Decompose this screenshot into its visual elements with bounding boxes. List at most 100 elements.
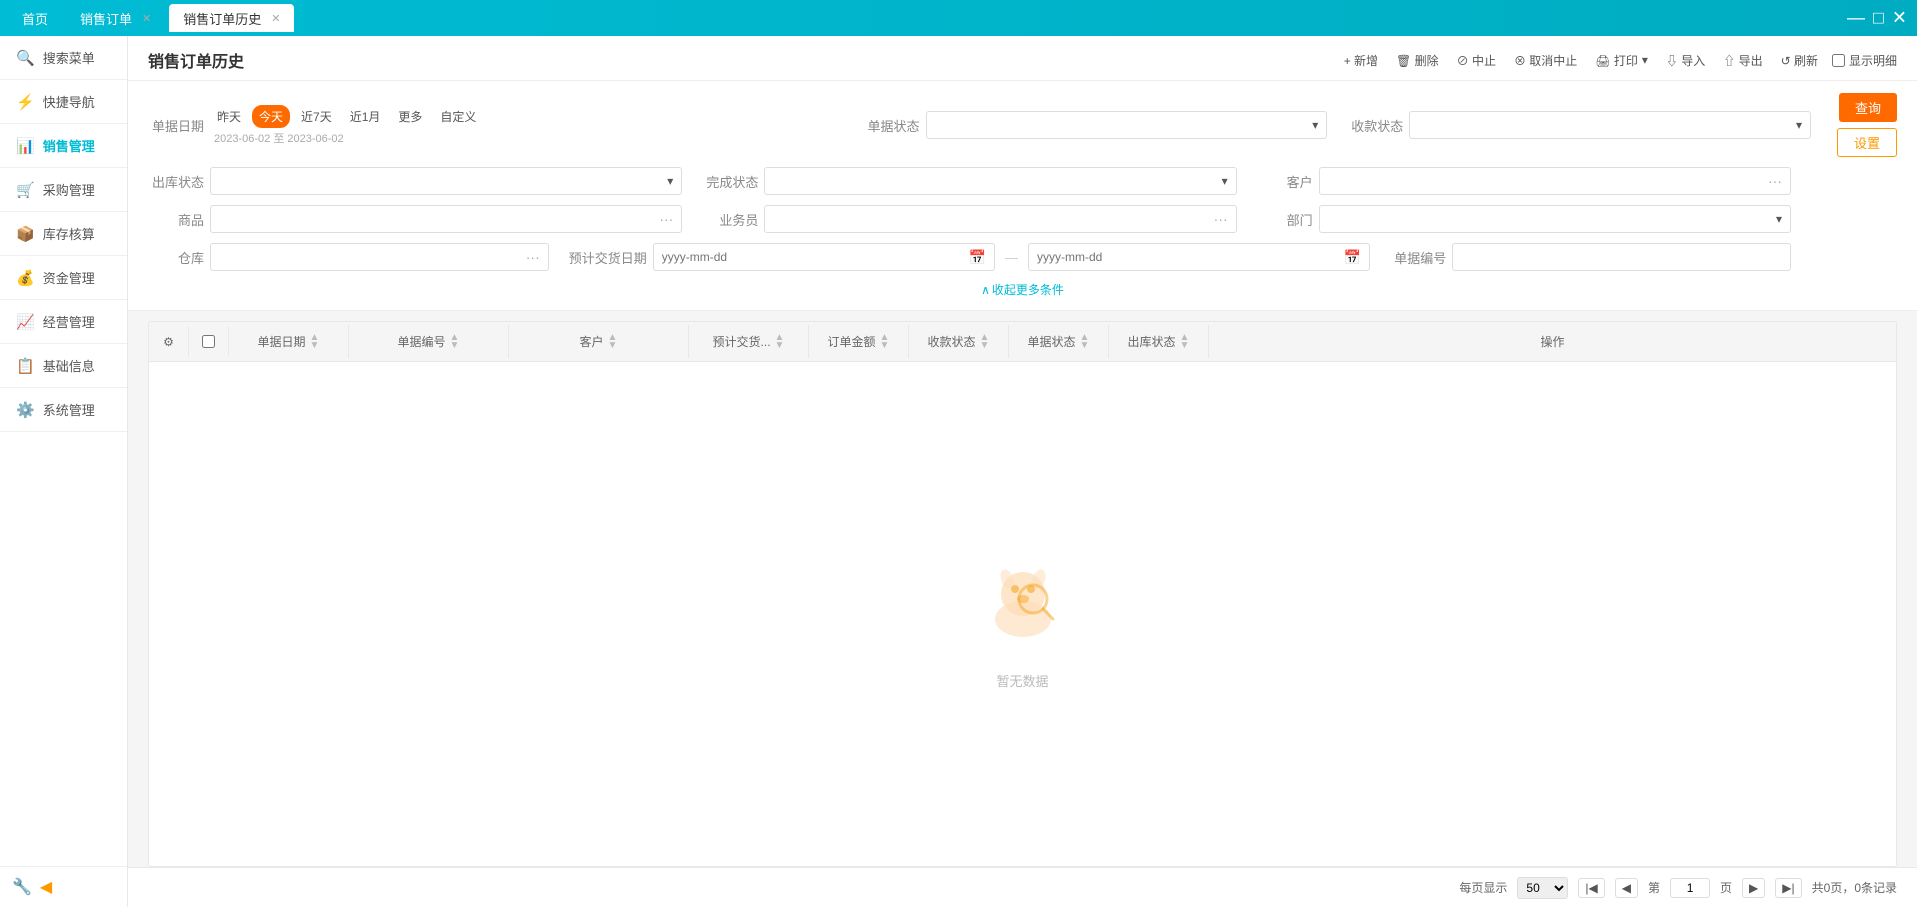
product-input[interactable]: ··· [210,205,682,233]
salesperson-label: 业务员 [702,210,758,229]
refresh-btn[interactable]: ↺ 刷新 [1777,50,1822,71]
sidebar-collapse-icon[interactable]: ◀ [40,877,52,897]
date-label: 单据日期 [148,116,204,135]
sidebar-item-system-mgmt[interactable]: ⚙️ 系统管理 [0,388,127,432]
filter-out-status: 出库状态 ▾ [148,167,682,195]
out-status-select[interactable]: ▾ [210,167,682,195]
tab-sales-order[interactable]: 销售订单 ✕ [66,4,165,32]
th-action: 操作 [1209,325,1896,358]
warehouse-dots-btn[interactable]: ··· [526,249,540,265]
th-bill-date[interactable]: 单据日期 ▲▼ [229,325,349,358]
sidebar-item-fund-mgmt[interactable]: 💰 资金管理 [0,256,127,300]
prev-page-btn[interactable]: ◀ [1615,878,1638,898]
cancel-stop-btn[interactable]: ⊗ 取消中止 [1510,50,1581,71]
print-btn[interactable]: 🖨 打印 ▾ [1591,50,1652,71]
calendar-start-icon[interactable]: 📅 [969,249,986,266]
th-out-status[interactable]: 出库状态 ▲▼ [1109,325,1209,358]
sort-bill-status[interactable]: ▲▼ [1080,334,1090,350]
filter-complete-status: 完成状态 ▾ [682,167,1236,195]
main-layout: 🔍 搜索菜单 ⚡ 快捷导航 📊 销售管理 🛒 采购管理 📦 库存核算 💰 资金管… [0,36,1917,907]
tab-sales-order-history[interactable]: 销售订单历史 ✕ [169,4,294,32]
out-status-label: 出库状态 [148,172,204,191]
salesperson-dots-btn[interactable]: ··· [1214,211,1228,227]
sort-order-amount[interactable]: ▲▼ [880,334,890,350]
display-toggle-checkbox[interactable] [1832,54,1845,67]
date-btn-7days[interactable]: 近7天 [294,105,339,128]
product-dots-btn[interactable]: ··· [659,211,673,227]
filter-dept: 部门 ▾ [1237,205,1791,233]
bill-status-label: 单据状态 [864,116,920,135]
sidebar-item-basic-info[interactable]: 📋 基础信息 [0,344,127,388]
page-label-before: 第 [1648,879,1660,896]
warehouse-label: 仓库 [148,248,204,267]
th-settings[interactable]: ⚙ [149,327,189,357]
bill-status-select[interactable]: ▾ [926,111,1328,139]
expected-date-start-input[interactable]: 📅 [653,243,995,271]
window-close-btn[interactable]: ✕ [1892,8,1907,29]
window-minimize-btn[interactable]: — [1847,8,1865,29]
purchase-mgmt-icon: 🛒 [16,181,35,199]
sidebar-item-quick-nav[interactable]: ⚡ 快捷导航 [0,80,127,124]
import-btn[interactable]: ⇩ 导入 [1662,50,1709,71]
export-btn[interactable]: ⇧ 导出 [1719,50,1766,71]
filter-product: 商品 ··· [148,205,682,233]
sidebar-item-inventory-check[interactable]: 📦 库存核算 [0,212,127,256]
th-bill-no[interactable]: 单据编号 ▲▼ [349,325,509,358]
dept-select[interactable]: ▾ [1319,205,1791,233]
table-header: ⚙ 单据日期 ▲▼ 单据编号 ▲▼ 客户 ▲▼ 预计交货. [149,322,1896,362]
new-btn[interactable]: + 新增 [1340,50,1382,71]
date-btn-3days[interactable]: 今天 [252,105,290,128]
first-page-btn[interactable]: |◀ [1578,878,1604,898]
th-payment-status[interactable]: 收款状态 ▲▼ [909,325,1009,358]
warehouse-input[interactable]: ··· [210,243,549,271]
query-btn[interactable]: 查询 [1839,93,1897,122]
sidebar-item-sales-mgmt[interactable]: 📊 销售管理 [0,124,127,168]
tab-home[interactable]: 首页 [8,4,62,32]
page-size-select[interactable]: 50 20 100 200 [1517,877,1568,899]
sort-customer[interactable]: ▲▼ [608,334,618,350]
date-btn-1month[interactable]: 近1月 [343,105,388,128]
delete-btn[interactable]: 🗑 删除 [1392,50,1443,71]
salesperson-input[interactable]: ··· [764,205,1236,233]
sort-out-status[interactable]: ▲▼ [1180,334,1190,350]
customer-input[interactable]: ··· [1319,167,1791,195]
last-page-btn[interactable]: ▶| [1775,878,1801,898]
th-bill-status[interactable]: 单据状态 ▲▼ [1009,325,1109,358]
sort-bill-date[interactable]: ▲▼ [310,334,320,350]
print-dropdown-icon: ▾ [1642,53,1648,67]
date-btn-more[interactable]: 更多 [391,105,429,128]
window-maximize-btn[interactable]: □ [1873,8,1884,29]
page-header: 销售订单历史 + 新增 🗑 删除 ⊘ 中止 ⊗ 取消中止 🖨 打印 ▾ [128,36,1917,81]
sort-payment-status[interactable]: ▲▼ [980,334,990,350]
page-number-input[interactable] [1670,878,1710,898]
select-all-checkbox[interactable] [202,335,215,348]
collapse-btn[interactable]: ∧ 收起更多条件 [981,281,1064,298]
date-start-field[interactable] [662,250,965,264]
date-btn-today[interactable]: 昨天 [210,105,248,128]
sidebar-item-purchase-mgmt[interactable]: 🛒 采购管理 [0,168,127,212]
expected-date-end-input[interactable]: 📅 [1028,243,1370,271]
sidebar-item-search-menu[interactable]: 🔍 搜索菜单 [0,36,127,80]
th-order-amount[interactable]: 订单金额 ▲▼ [809,325,909,358]
th-customer[interactable]: 客户 ▲▼ [509,325,689,358]
sidebar-item-ops-mgmt[interactable]: 📈 经营管理 [0,300,127,344]
sidebar-settings-icon[interactable]: 🔧 [12,877,32,897]
tab-sales-order-history-close[interactable]: ✕ [271,12,280,25]
complete-status-select[interactable]: ▾ [764,167,1236,195]
sort-bill-no[interactable]: ▲▼ [450,334,460,350]
stop-btn[interactable]: ⊘ 中止 [1453,50,1500,71]
sort-expected-delivery[interactable]: ▲▼ [775,334,785,350]
th-checkbox[interactable] [189,327,229,356]
bill-no-input[interactable] [1452,243,1791,271]
sales-mgmt-icon: 📊 [16,137,35,155]
date-btn-custom[interactable]: 自定义 [433,105,483,128]
payment-status-select[interactable]: ▾ [1409,111,1811,139]
tab-sales-order-close[interactable]: ✕ [142,12,151,25]
calendar-end-icon[interactable]: 📅 [1344,249,1361,266]
date-end-field[interactable] [1037,250,1340,264]
toolbar: + 新增 🗑 删除 ⊘ 中止 ⊗ 取消中止 🖨 打印 ▾ ⇩ 导入 [1340,50,1897,71]
th-expected-delivery[interactable]: 预计交货... ▲▼ [689,325,809,358]
next-page-btn[interactable]: ▶ [1742,878,1765,898]
customer-dots-btn[interactable]: ··· [1768,173,1782,189]
filter-settings-btn[interactable]: 设置 [1837,128,1897,157]
